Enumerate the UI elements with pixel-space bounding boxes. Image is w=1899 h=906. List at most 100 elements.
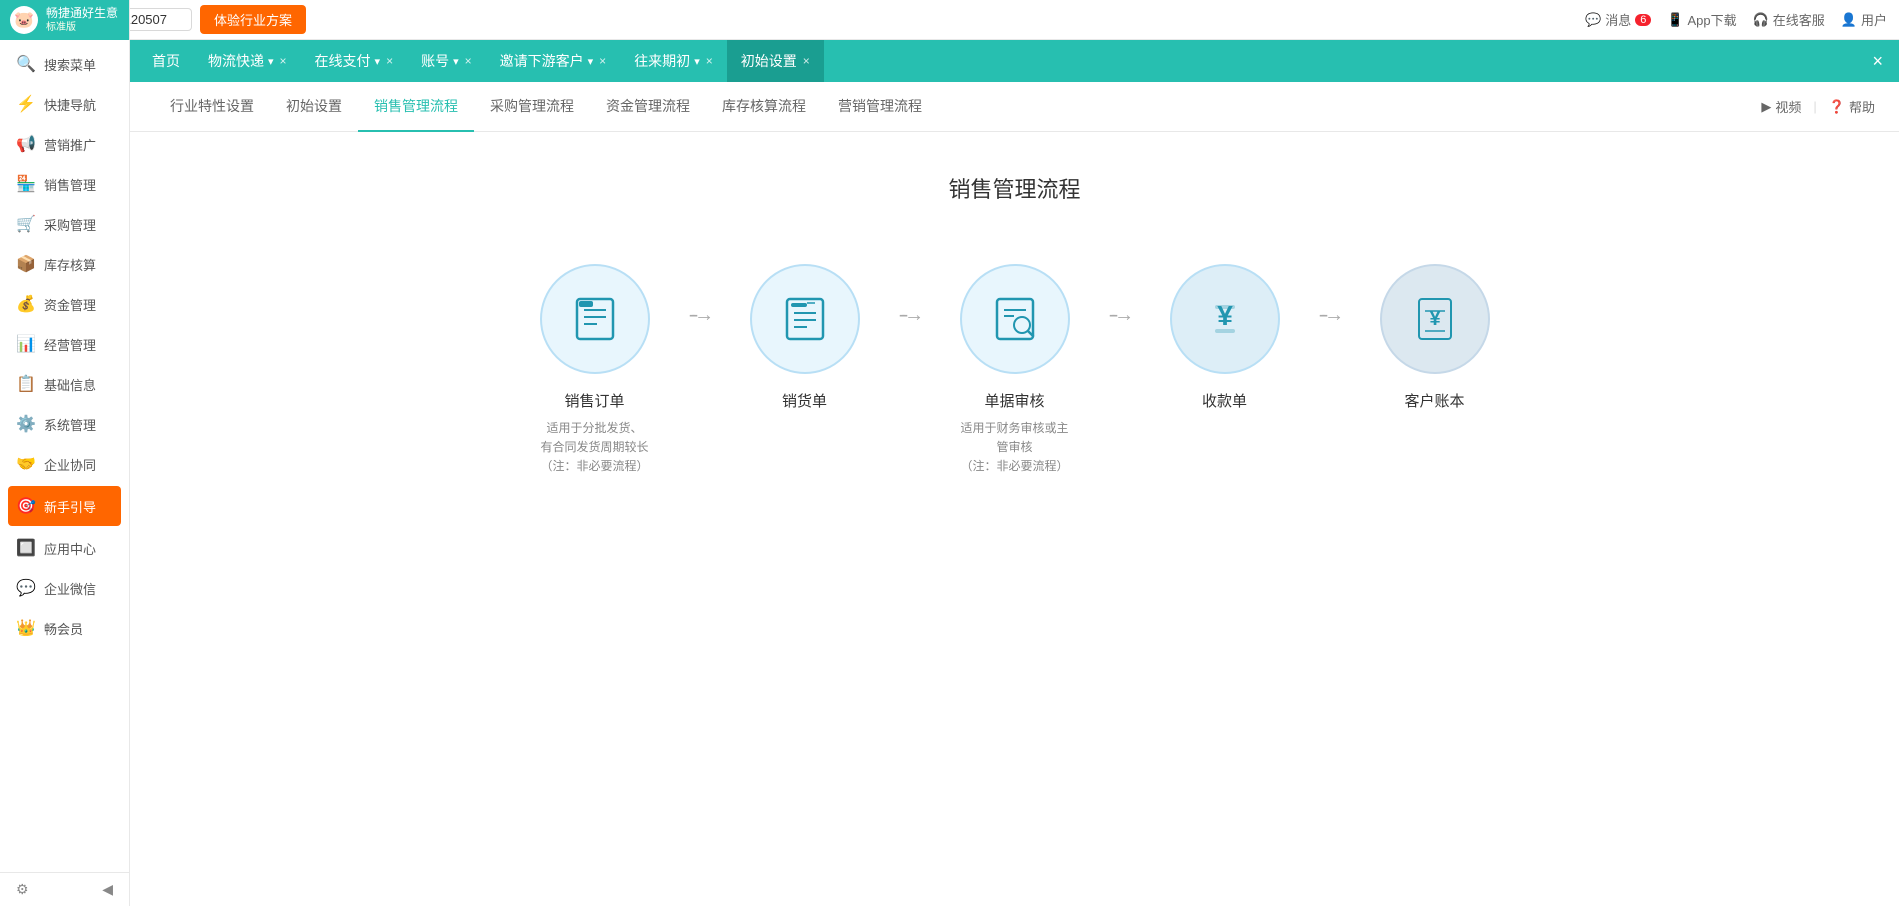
- online-service-item[interactable]: 🎧 在线客服: [1753, 10, 1825, 29]
- subtab-inventory-flow[interactable]: 库存核算流程: [706, 82, 822, 132]
- arrow-4: --→: [1305, 264, 1355, 327]
- user-label: 用户: [1861, 10, 1887, 29]
- nav-period[interactable]: 往来期初 ▾ ×: [620, 40, 727, 82]
- nav-account-close[interactable]: ×: [465, 54, 472, 68]
- subtab-purchase-flow[interactable]: 采购管理流程: [474, 82, 590, 132]
- flow-node-account: ¥ 客户账本: [1355, 264, 1515, 419]
- sidebar-item-sales[interactable]: 🏪 销售管理: [0, 164, 129, 204]
- nav-init-settings[interactable]: 初始设置 ×: [727, 40, 824, 82]
- help-icon: ❓: [1829, 99, 1845, 115]
- sidebar-item-app-center[interactable]: 🔲 应用中心: [0, 528, 129, 568]
- account-circle: ¥: [1380, 264, 1490, 374]
- audit-title: 单据审核: [984, 390, 1044, 411]
- sidebar-item-guide[interactable]: 🎯 新手引导: [8, 486, 121, 526]
- logo-title: 畅捷通好生意: [46, 6, 118, 22]
- nav-payment-arrow: ▾: [375, 55, 381, 68]
- video-btn[interactable]: ▶ 视频: [1761, 97, 1801, 116]
- delivery-title: 销货单: [782, 390, 827, 411]
- messages-item[interactable]: 💬 消息 6: [1585, 10, 1651, 29]
- sidebar-item-operations[interactable]: 📊 经营管理: [0, 324, 129, 364]
- crown-icon: 👑: [16, 618, 36, 638]
- money-icon: 💰: [16, 294, 36, 314]
- nav-period-close[interactable]: ×: [706, 54, 713, 68]
- messages-label: 消息: [1605, 10, 1631, 29]
- clipboard-icon: 📋: [16, 374, 36, 394]
- flow-title: 销售管理流程: [190, 172, 1839, 204]
- sidebar-item-search[interactable]: 🔍 搜索菜单: [0, 44, 129, 84]
- box-icon: 📦: [16, 254, 36, 274]
- nav-payment-close[interactable]: ×: [386, 54, 393, 68]
- delivery-circle: [750, 264, 860, 374]
- nav-payment[interactable]: 在线支付 ▾ ×: [301, 40, 408, 82]
- subtab-init[interactable]: 初始设置: [270, 82, 358, 132]
- nav-logistics-arrow: ▾: [268, 55, 274, 68]
- sidebar-item-inventory[interactable]: 📦 库存核算: [0, 244, 129, 284]
- user-avatar-icon: 👤: [1841, 12, 1857, 28]
- collapse-icon[interactable]: ◀: [102, 881, 113, 898]
- user-item[interactable]: 👤 用户: [1841, 10, 1887, 29]
- receipt-title: 收款单: [1202, 390, 1247, 411]
- sidebar-item-purchase[interactable]: 🛒 采购管理: [0, 204, 129, 244]
- help-btn[interactable]: ❓ 帮助: [1829, 97, 1875, 116]
- nav-logistics[interactable]: 物流快递 ▾ ×: [194, 40, 301, 82]
- sidebar-item-wechat[interactable]: 💬 企业微信: [0, 568, 129, 608]
- sales-order-desc: 适用于分批发货、有合同发货周期较长（注：非必要流程）: [540, 419, 648, 477]
- sales-order-circle: [540, 264, 650, 374]
- nav-logistics-close[interactable]: ×: [280, 54, 287, 68]
- main-content: 行业特性设置 初始设置 销售管理流程 采购管理流程 资金管理流程 库存核算流程 …: [130, 82, 1899, 906]
- service-icon: 🎧: [1753, 12, 1769, 28]
- messages-badge: 6: [1635, 14, 1651, 26]
- subtab-finance-flow[interactable]: 资金管理流程: [590, 82, 706, 132]
- sales-order-title: 销售订单: [564, 390, 624, 411]
- subtab-sales-flow[interactable]: 销售管理流程: [358, 82, 474, 132]
- nav-invite-arrow: ▾: [588, 55, 594, 68]
- nav-global-close[interactable]: ×: [1864, 51, 1891, 72]
- wechat-icon: 💬: [16, 578, 36, 598]
- app-download-label: App下载: [1687, 10, 1736, 29]
- nav-period-arrow: ▾: [694, 55, 700, 68]
- arrow-1: --→: [675, 264, 725, 327]
- chart-icon: 📊: [16, 334, 36, 354]
- grid-icon: 🔲: [16, 538, 36, 558]
- logo-icon: 🐷: [10, 6, 38, 34]
- sidebar-item-finance[interactable]: 💰 资金管理: [0, 284, 129, 324]
- flow-node-receipt: ¥ 收款单: [1145, 264, 1305, 419]
- audit-desc: 适用于财务审核或主管审核（注：非必要流程）: [960, 419, 1068, 477]
- sidebar-item-basic-info[interactable]: 📋 基础信息: [0, 364, 129, 404]
- nav-account-arrow: ▾: [453, 55, 459, 68]
- nav-invite-close[interactable]: ×: [599, 54, 606, 68]
- sidebar-item-quick-nav[interactable]: ⚡ 快捷导航: [0, 84, 129, 124]
- sidebar-item-member[interactable]: 👑 畅会员: [0, 608, 129, 648]
- logo-area: 🐷 畅捷通好生意 标准版: [0, 0, 129, 40]
- sidebar-item-system[interactable]: ⚙️ 系统管理: [0, 404, 129, 444]
- search-icon: 🔍: [16, 54, 36, 74]
- settings-icon[interactable]: ⚙: [16, 881, 29, 898]
- sidebar-bottom: ⚙ ◀: [0, 872, 129, 906]
- nav-init-close[interactable]: ×: [803, 54, 810, 68]
- subtab-marketing-flow[interactable]: 营销管理流程: [822, 82, 938, 132]
- audit-circle: [960, 264, 1070, 374]
- nav-home[interactable]: 首页: [138, 40, 194, 82]
- arrow-2: --→: [885, 264, 935, 327]
- sidebar-nav: 🔍 搜索菜单 ⚡ 快捷导航 📢 营销推广 🏪 销售管理 🛒 采购管理 📦 库存核…: [0, 40, 129, 872]
- svg-text:¥: ¥: [1217, 300, 1233, 331]
- top-bar: 用户690企业1660120507 体验行业方案 💬 消息 6 📱 App下载 …: [0, 0, 1899, 40]
- nav-account[interactable]: 账号 ▾ ×: [407, 40, 486, 82]
- message-icon: 💬: [1585, 12, 1601, 28]
- subtab-right-actions: ▶ 视频 | ❓ 帮助: [1761, 97, 1875, 116]
- app-download-item[interactable]: 📱 App下载: [1667, 10, 1736, 29]
- nav-bar: 首页 物流快递 ▾ × 在线支付 ▾ × 账号 ▾ × 邀请下游客户 ▾ × 往…: [130, 40, 1899, 82]
- flash-icon: ⚡: [16, 94, 36, 114]
- sidebar: 🐷 畅捷通好生意 标准版 🔍 搜索菜单 ⚡ 快捷导航 📢 营销推广 🏪 销售管理…: [0, 0, 130, 906]
- cart-icon: 🛒: [16, 214, 36, 234]
- sidebar-item-collaboration[interactable]: 🤝 企业协同: [0, 444, 129, 484]
- logo-badge: 标准版: [46, 21, 118, 34]
- flow-nodes: 销售订单 适用于分批发货、有合同发货周期较长（注：非必要流程） --→: [190, 264, 1839, 477]
- try-industry-button[interactable]: 体验行业方案: [200, 5, 306, 34]
- online-service-label: 在线客服: [1773, 10, 1825, 29]
- nav-invite[interactable]: 邀请下游客户 ▾ ×: [486, 40, 621, 82]
- flow-node-sales-order: 销售订单 适用于分批发货、有合同发货周期较长（注：非必要流程）: [515, 264, 675, 477]
- flow-node-audit: 单据审核 适用于财务审核或主管审核（注：非必要流程）: [935, 264, 1095, 477]
- subtab-industry[interactable]: 行业特性设置: [154, 82, 270, 132]
- sidebar-item-marketing[interactable]: 📢 营销推广: [0, 124, 129, 164]
